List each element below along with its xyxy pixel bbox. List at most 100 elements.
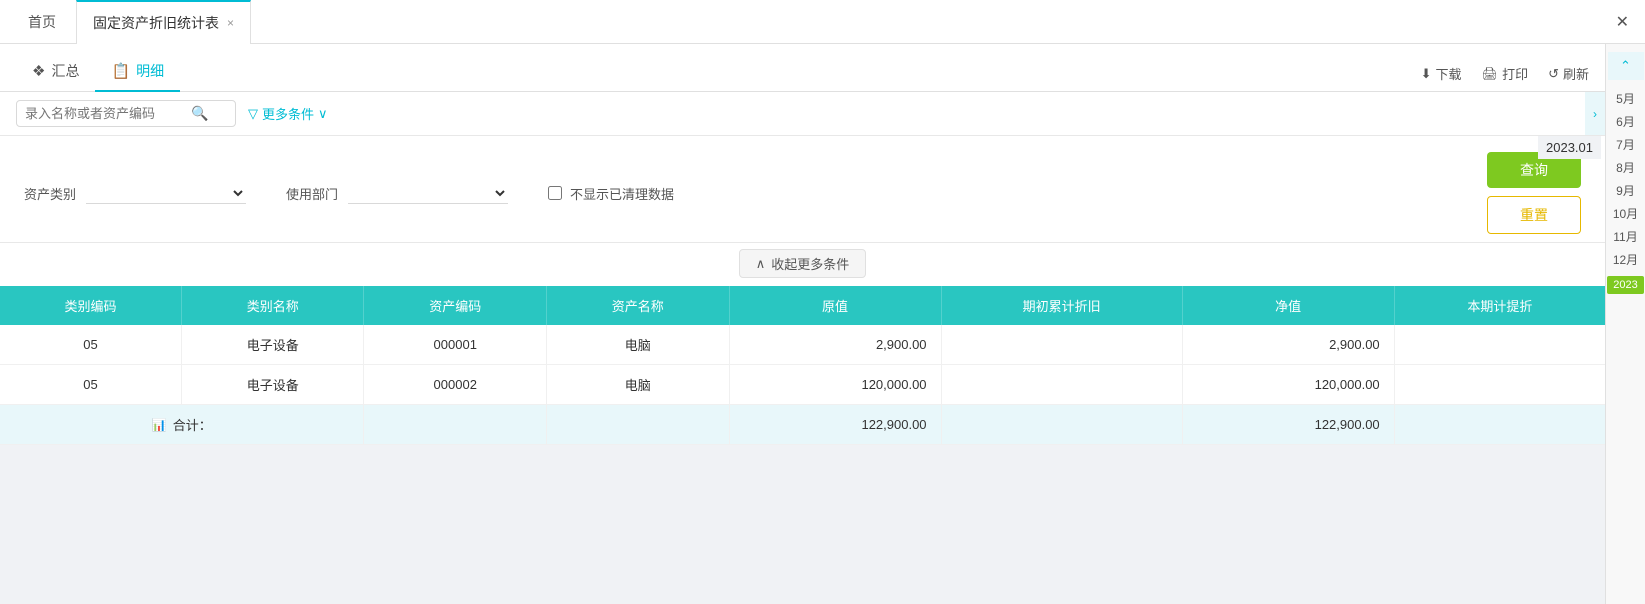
sub-tab-bar: ❖ 汇总 📋 明细 ⬇ 下载 🖨 打印 ↺ 刷新 [0, 44, 1605, 92]
cell-current-dep-2 [1394, 365, 1605, 405]
table-header-row: 类别编码 类别名称 资产编码 资产名称 原值 期初累计折旧 净值 本期计提折 [0, 286, 1605, 325]
tab-active[interactable]: 固定资产折旧统计表 × [76, 0, 251, 44]
side-month-4[interactable]: 8月 [1612, 157, 1639, 178]
cell-net-value-1: 2,900.00 [1182, 325, 1394, 365]
download-label: 下载 [1436, 64, 1462, 83]
side-month-8[interactable]: 12月 [1609, 249, 1642, 270]
cell-accumulated-2 [941, 365, 1182, 405]
cell-category-code-2: 05 [0, 365, 181, 405]
download-icon: ⬇ [1421, 66, 1432, 82]
tab-detail-label: 明细 [136, 61, 164, 81]
summary-icon: ❖ [32, 62, 45, 80]
cell-asset-code-2: 000002 [364, 365, 547, 405]
print-icon: 🖨 [1482, 66, 1499, 82]
more-conditions-label: 更多条件 [262, 104, 314, 123]
col-asset-code: 资产编码 [364, 286, 547, 325]
date-display: 2023.01 [1538, 136, 1601, 159]
total-net-value: 122,900.00 [1182, 405, 1394, 445]
filter-row: 资产类别 使用部门 不显示已清理数据 查询 重置 [24, 152, 1581, 234]
cell-category-name-2: 电子设备 [181, 365, 364, 405]
col-net-value: 净值 [1182, 286, 1394, 325]
col-current-depreciation: 本期计提折 [1394, 286, 1605, 325]
tab-close-button[interactable]: × [227, 17, 234, 29]
side-arrow-button[interactable]: › [1585, 92, 1605, 135]
cell-original-value-2: 120,000.00 [729, 365, 941, 405]
tab-home[interactable]: 首页 [12, 0, 72, 44]
tab-bar: 首页 固定资产折旧统计表 × ✕ [0, 0, 1645, 44]
print-label: 打印 [1502, 64, 1528, 83]
search-input[interactable] [25, 106, 185, 121]
total-icon: 📊 [152, 418, 167, 432]
side-panel: ⌃ 5月 6月 7月 8月 9月 10月 11月 12月 2023 [1605, 44, 1645, 604]
window-close-button[interactable]: ✕ [1616, 12, 1629, 32]
refresh-button[interactable]: ↺ 刷新 [1548, 64, 1589, 83]
cell-asset-code-1: 000001 [364, 325, 547, 365]
search-bar: 🔍 ▽ 更多条件 ∨ › [0, 92, 1605, 136]
total-current-dep [1394, 405, 1605, 445]
search-input-wrapper: 🔍 [16, 100, 236, 127]
collapse-icon: ∧ [756, 256, 766, 272]
cell-net-value-2: 120,000.00 [1182, 365, 1394, 405]
total-original-value: 122,900.00 [729, 405, 941, 445]
col-accumulated-depreciation: 期初累计折旧 [941, 286, 1182, 325]
side-month-1[interactable]: 5月 [1612, 88, 1639, 109]
filter-panel: 资产类别 使用部门 不显示已清理数据 查询 重置 [0, 136, 1605, 243]
tab-detail[interactable]: 📋 明细 [95, 52, 180, 92]
table-row: 05 电子设备 000001 电脑 2,900.00 2,900.00 [0, 325, 1605, 365]
col-asset-name: 资产名称 [547, 286, 730, 325]
total-empty-1 [364, 405, 547, 445]
refresh-icon: ↺ [1548, 66, 1559, 82]
total-row: 📊 合计： 122,900.00 122,900.00 [0, 405, 1605, 445]
department-field: 使用部门 [286, 182, 508, 204]
hide-cleared-label: 不显示已清理数据 [570, 184, 674, 203]
cell-accumulated-1 [941, 325, 1182, 365]
table-row: 05 电子设备 000002 电脑 120,000.00 120,000.00 [0, 365, 1605, 405]
side-month-6[interactable]: 10月 [1609, 203, 1642, 224]
hide-cleared-checkbox[interactable] [548, 186, 562, 200]
cell-original-value-1: 2,900.00 [729, 325, 941, 365]
collapse-label: 收起更多条件 [771, 254, 849, 273]
col-category-code: 类别编码 [0, 286, 181, 325]
collapse-bar: ∧ 收起更多条件 [0, 243, 1605, 286]
hide-cleared-field: 不显示已清理数据 [548, 184, 674, 203]
filter-icon: ▽ [248, 106, 258, 122]
cell-category-code-1: 05 [0, 325, 181, 365]
tab-summary-label: 汇总 [51, 61, 79, 81]
total-label-cell: 📊 合计： [0, 405, 364, 445]
side-month-7[interactable]: 11月 [1609, 226, 1641, 247]
filter-buttons: 查询 重置 [1487, 152, 1581, 234]
table-wrapper: 类别编码 类别名称 资产编码 资产名称 原值 期初累计折旧 净值 本期计提折 0… [0, 286, 1605, 604]
more-conditions-button[interactable]: ▽ 更多条件 ∨ [248, 104, 328, 123]
print-button[interactable]: 🖨 打印 [1482, 64, 1529, 83]
col-original-value: 原值 [729, 286, 941, 325]
cell-current-dep-1 [1394, 325, 1605, 365]
cell-category-name-1: 电子设备 [181, 325, 364, 365]
download-button[interactable]: ⬇ 下载 [1421, 64, 1462, 83]
side-month-3[interactable]: 7月 [1612, 134, 1639, 155]
side-month-5[interactable]: 9月 [1612, 180, 1639, 201]
total-label-text: 合计： [173, 415, 212, 434]
asset-type-select[interactable] [86, 182, 246, 204]
data-table: 类别编码 类别名称 资产编码 资产名称 原值 期初累计折旧 净值 本期计提折 0… [0, 286, 1605, 445]
side-year-badge[interactable]: 2023 [1607, 276, 1643, 294]
total-empty-2 [547, 405, 730, 445]
refresh-label: 刷新 [1563, 64, 1589, 83]
cell-asset-name-1: 电脑 [547, 325, 730, 365]
main-content: ❖ 汇总 📋 明细 ⬇ 下载 🖨 打印 ↺ 刷新 [0, 44, 1645, 604]
search-icon: 🔍 [191, 105, 208, 122]
tab-summary[interactable]: ❖ 汇总 [16, 52, 95, 92]
total-accumulated [941, 405, 1182, 445]
sub-tabs: ❖ 汇总 📋 明细 [16, 44, 180, 91]
department-select[interactable] [348, 182, 508, 204]
reset-button[interactable]: 重置 [1487, 196, 1581, 234]
collapse-button[interactable]: ∧ 收起更多条件 [739, 249, 867, 278]
tab-active-label: 固定资产折旧统计表 [93, 13, 219, 33]
detail-icon: 📋 [111, 62, 130, 80]
chevron-down-icon: ∨ [318, 106, 328, 122]
cell-asset-name-2: 电脑 [547, 365, 730, 405]
asset-type-label: 资产类别 [24, 184, 76, 203]
toolbar-right: ⬇ 下载 🖨 打印 ↺ 刷新 [1421, 64, 1589, 91]
side-month-2[interactable]: 6月 [1612, 111, 1639, 132]
side-panel-up-arrow[interactable]: ⌃ [1608, 52, 1644, 80]
department-label: 使用部门 [286, 184, 338, 203]
